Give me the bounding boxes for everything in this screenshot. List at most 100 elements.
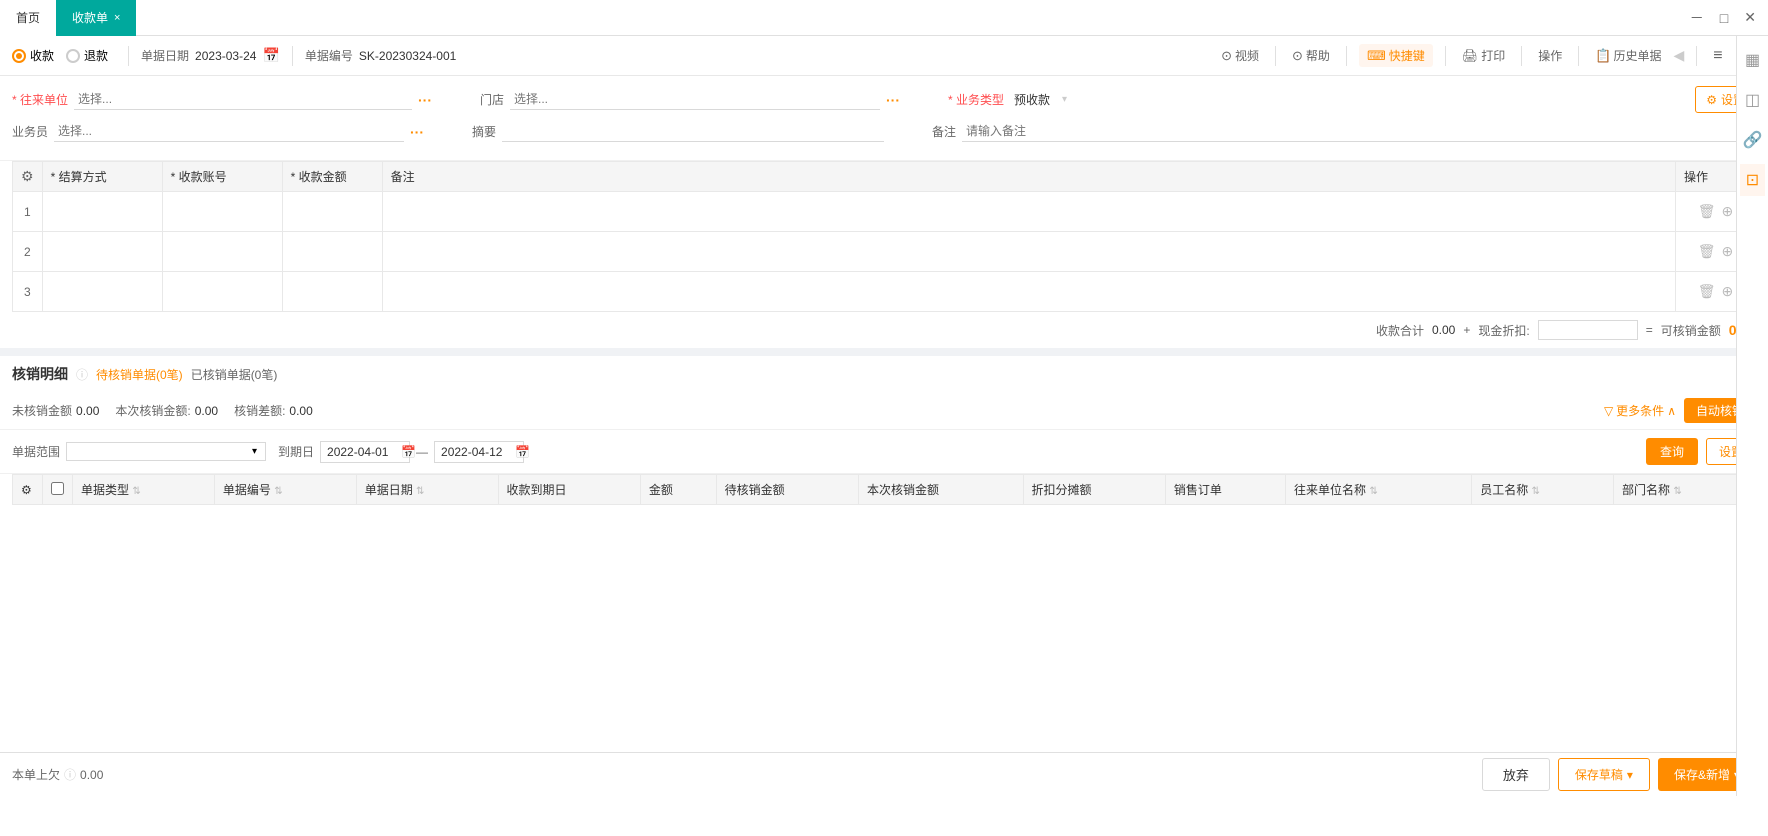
completed-tab[interactable]: 已核销单据(0笔) (191, 366, 278, 383)
filter-row: 单据范围 ▾ 到期日 📅 — 📅 查询 设置 (0, 430, 1768, 474)
col-staff-sort[interactable]: ⇅ (1532, 486, 1540, 497)
calendar-icon[interactable]: 📅 (262, 47, 279, 64)
due-date-to-input[interactable] (441, 445, 511, 459)
col-settlement-header: * 结算方式 (42, 162, 162, 192)
row-3-copy-icon[interactable]: ⊕ (1722, 283, 1734, 300)
print-button[interactable]: 🖨 打印 (1458, 45, 1510, 66)
row-3-delete-icon[interactable]: 🗑 (1698, 283, 1716, 300)
row-3-notes[interactable] (382, 272, 1675, 312)
notes-input[interactable] (962, 121, 1756, 142)
row-1-notes[interactable] (382, 192, 1675, 232)
row-1-account[interactable] (162, 192, 282, 232)
summary-actions: ▽ 更多条件 ∧ 自动核销 (1604, 398, 1756, 423)
close-button[interactable]: ✕ (1740, 7, 1760, 28)
range-select[interactable]: ▾ (66, 442, 266, 461)
row-3-notes-input[interactable] (383, 272, 1675, 311)
sidebar-expand-icon[interactable]: ⊡ (1740, 164, 1765, 196)
tab-close-icon[interactable]: × (114, 12, 120, 24)
row-2-amount-input[interactable] (283, 232, 382, 271)
table-settings-header[interactable]: ⚙ (13, 162, 43, 192)
col-discount-header: 折扣分摊额 (1023, 475, 1165, 505)
save-draft-button[interactable]: 保存草稿 ▾ (1558, 758, 1650, 791)
operation-button[interactable]: 操作 (1534, 45, 1566, 66)
row-3-amount[interactable] (282, 272, 382, 312)
sidebar-layout-icon[interactable]: ◫ (1739, 84, 1766, 116)
radio-refund-dot (66, 49, 80, 63)
col-settings-cell[interactable]: ⚙ (13, 475, 43, 505)
row-3-account[interactable] (162, 272, 282, 312)
row-1-amount[interactable] (282, 192, 382, 232)
row-2-notes-input[interactable] (383, 232, 1675, 271)
discount-input[interactable] (1538, 320, 1638, 340)
col-counterpart-sort[interactable]: ⇅ (1369, 486, 1377, 497)
unverified-item: 未核销金额 0.00 (12, 402, 99, 419)
abandon-button[interactable]: 放弃 (1482, 758, 1550, 791)
verification-tabs: 待核销单据(0笔) 已核销单据(0笔) (96, 366, 277, 383)
row-2-copy-icon[interactable]: ⊕ (1722, 243, 1734, 260)
business-type-label: 业务类型 (948, 91, 1004, 108)
tab-home[interactable]: 首页 (0, 0, 56, 36)
row-3-settlement-input[interactable] (43, 272, 162, 311)
row-3-settlement[interactable] (42, 272, 162, 312)
minimize-button[interactable]: － (1686, 6, 1708, 30)
verification-info-icon[interactable]: ⓘ (76, 366, 88, 383)
pending-tab[interactable]: 待核销单据(0笔) (96, 366, 183, 383)
nav-left[interactable]: ◀ (1673, 47, 1684, 64)
table-gear-icon[interactable]: ⚙ (21, 168, 34, 184)
row-2-account[interactable] (162, 232, 282, 272)
row-2-amount[interactable] (282, 232, 382, 272)
shortcut-button[interactable]: ⌨ 快捷键 (1359, 44, 1433, 67)
calendar-to-icon[interactable]: 📅 (515, 445, 530, 459)
tab-receipt[interactable]: 收款单 × (56, 0, 136, 36)
print-label: 打印 (1481, 47, 1505, 64)
row-1-account-input[interactable] (163, 192, 282, 231)
row-3-account-input[interactable] (163, 272, 282, 311)
col-checkbox-header[interactable] (43, 475, 73, 505)
bottom-table-gear-icon[interactable]: ⚙ (21, 483, 32, 497)
row-1-amount-input[interactable] (283, 192, 382, 231)
query-button[interactable]: 查询 (1646, 438, 1698, 465)
shortcut-icon: ⌨ (1367, 48, 1386, 64)
row-2-delete-icon[interactable]: 🗑 (1698, 243, 1716, 260)
row-1-notes-input[interactable] (383, 192, 1675, 231)
counterpart-more-icon[interactable]: ··· (418, 92, 432, 108)
row-1-settlement-input[interactable] (43, 192, 162, 231)
bottom-info-icon[interactable]: ⓘ (64, 766, 76, 783)
row-2-settlement-input[interactable] (43, 232, 162, 271)
calendar-from-icon[interactable]: 📅 (401, 445, 416, 459)
more-conditions-button[interactable]: ▽ 更多条件 ∧ (1604, 402, 1676, 419)
table-row: 2 🗑 ⊕ (13, 232, 1756, 272)
col-date-sort[interactable]: ⇅ (416, 486, 424, 497)
row-2-account-input[interactable] (163, 232, 282, 271)
list-view-btn[interactable]: ≡ (1709, 45, 1726, 67)
radio-refund[interactable]: 退款 (66, 47, 108, 64)
sidebar-link-icon[interactable]: 🔗 (1737, 124, 1768, 156)
row-2-settlement[interactable] (42, 232, 162, 272)
select-all-checkbox[interactable] (51, 482, 64, 495)
business-type-dropdown-icon[interactable]: ▾ (1062, 94, 1067, 105)
col-dept-header: 部门名称 ⇅ (1614, 475, 1756, 505)
save-draft-dropdown-icon[interactable]: ▾ (1627, 768, 1633, 782)
row-3-amount-input[interactable] (283, 272, 382, 311)
row-1-copy-icon[interactable]: ⊕ (1722, 203, 1734, 220)
col-dept-sort[interactable]: ⇅ (1673, 486, 1681, 497)
history-button[interactable]: 📋 历史单据 (1591, 45, 1665, 66)
col-number-sort[interactable]: ⇅ (274, 486, 282, 497)
video-button[interactable]: ⊙ 视频 (1217, 45, 1263, 66)
restore-button[interactable]: □ (1716, 8, 1732, 28)
row-1-settlement[interactable] (42, 192, 162, 232)
sidebar-table-icon[interactable]: ▦ (1739, 44, 1766, 76)
col-type-sort[interactable]: ⇅ (132, 486, 140, 497)
counterpart-input[interactable] (74, 89, 412, 110)
col-pending-header: 待核销金额 (716, 475, 858, 505)
due-date-from-input[interactable] (327, 445, 397, 459)
staff-more-icon[interactable]: ··· (410, 124, 424, 140)
shop-more-icon[interactable]: ··· (886, 92, 900, 108)
radio-receipt[interactable]: 收款 (12, 47, 54, 64)
row-1-delete-icon[interactable]: 🗑 (1698, 203, 1716, 220)
help-button[interactable]: ⊙ 帮助 (1288, 45, 1334, 66)
staff-input[interactable] (54, 121, 404, 142)
shop-input[interactable] (510, 89, 880, 110)
summary-input[interactable] (502, 121, 884, 142)
row-2-notes[interactable] (382, 232, 1675, 272)
